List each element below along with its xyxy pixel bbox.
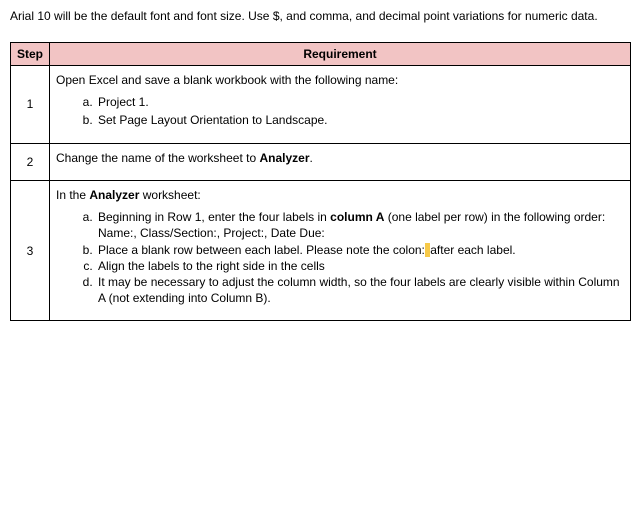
table-row: 2 Change the name of the worksheet to An… <box>11 143 631 180</box>
step-number: 1 <box>11 66 50 144</box>
header-step: Step <box>11 43 50 66</box>
list-item: Beginning in Row 1, enter the four label… <box>96 209 622 241</box>
step-number: 3 <box>11 180 50 320</box>
list-item: Set Page Layout Orientation to Landscape… <box>96 112 622 128</box>
header-requirement: Requirement <box>50 43 631 66</box>
step-number: 2 <box>11 143 50 180</box>
row3-list: Beginning in Row 1, enter the four label… <box>56 209 622 306</box>
list-item: Align the labels to the right side in th… <box>96 258 622 274</box>
row2-text-bold: Analyzer <box>259 151 309 165</box>
row3-lead: In the Analyzer worksheet: <box>56 187 622 203</box>
intro-text: Arial 10 will be the default font and fo… <box>10 8 631 24</box>
requirement-cell: Change the name of the worksheet to Anal… <box>50 143 631 180</box>
list-item: Place a blank row between each label. Pl… <box>96 242 622 258</box>
list-item: Project 1. <box>96 94 622 110</box>
requirements-table: Step Requirement 1 Open Excel and save a… <box>10 42 631 321</box>
table-row: 1 Open Excel and save a blank workbook w… <box>11 66 631 144</box>
row1-lead: Open Excel and save a blank workbook wit… <box>56 72 622 88</box>
requirement-cell: In the Analyzer worksheet: Beginning in … <box>50 180 631 320</box>
requirement-cell: Open Excel and save a blank workbook wit… <box>50 66 631 144</box>
row1-list: Project 1. Set Page Layout Orientation t… <box>56 94 622 127</box>
row2-text-pre: Change the name of the worksheet to <box>56 151 259 165</box>
list-item: It may be necessary to adjust the column… <box>96 274 622 306</box>
row2-text-post: . <box>310 151 313 165</box>
table-row: 3 In the Analyzer worksheet: Beginning i… <box>11 180 631 320</box>
